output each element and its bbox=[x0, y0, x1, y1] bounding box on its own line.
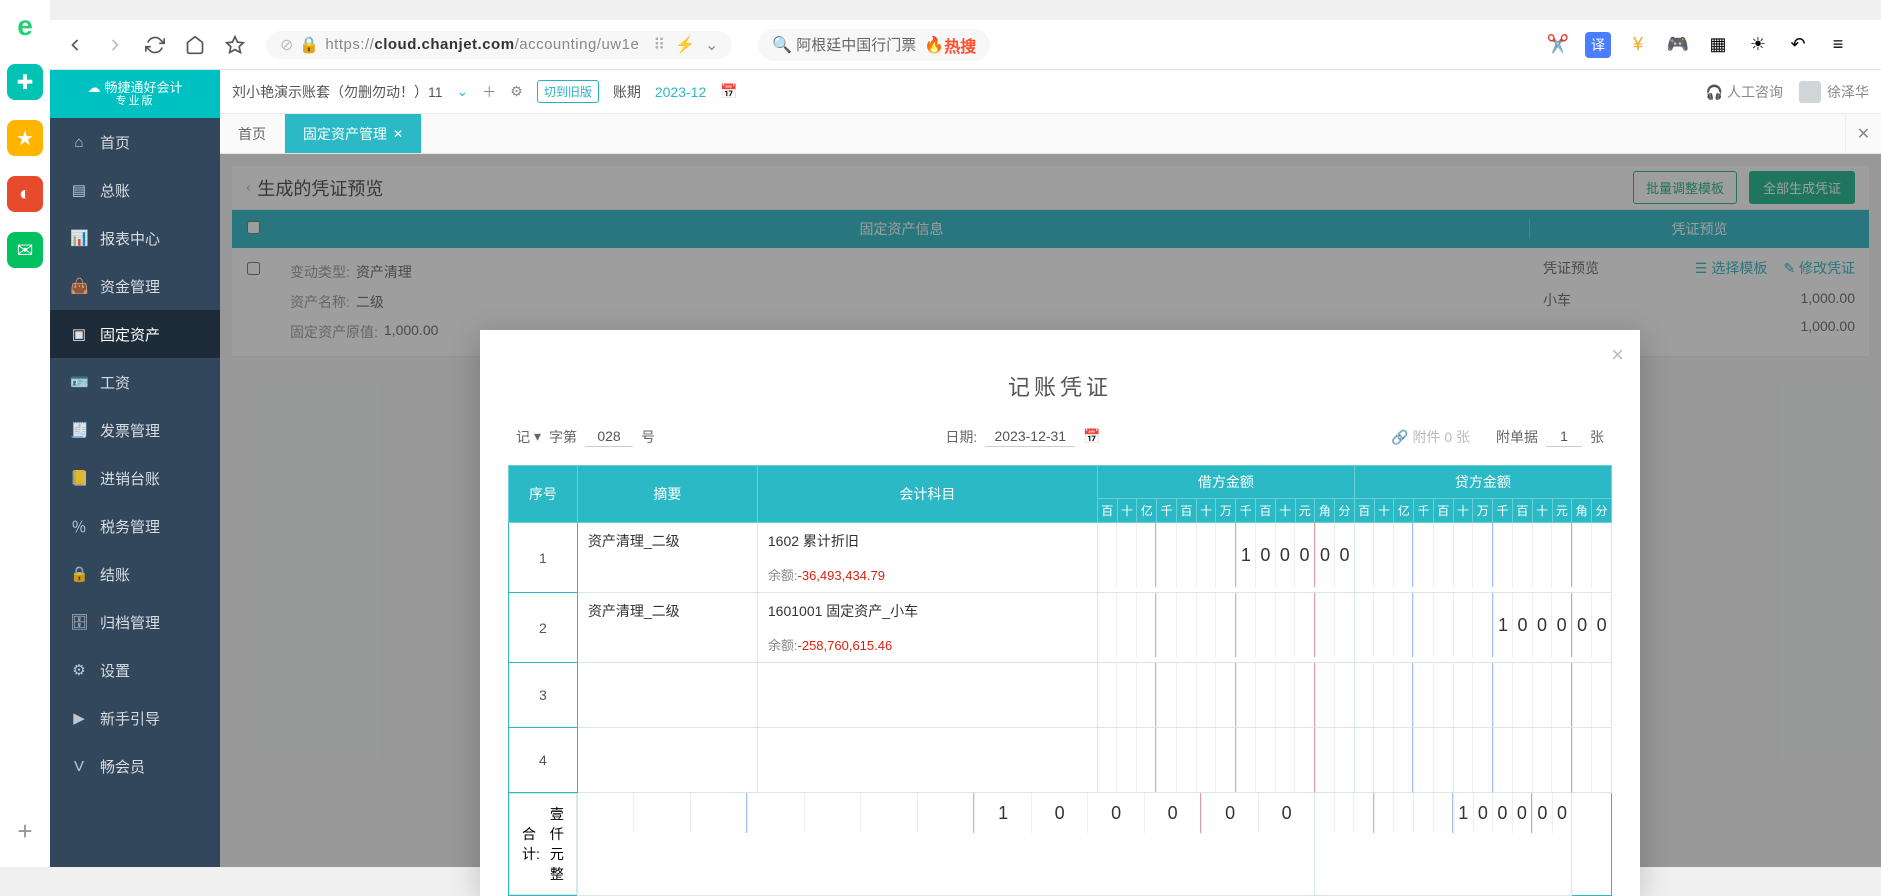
chevron-down-icon[interactable]: ⌄ bbox=[457, 83, 469, 100]
flash-icon[interactable]: ⚡ bbox=[675, 35, 695, 55]
chevron-down-icon[interactable]: ⌄ bbox=[705, 35, 718, 55]
th-index: 序号 bbox=[509, 466, 578, 523]
th-subject: 会计科目 bbox=[757, 466, 1097, 523]
voucher-meta: 记 ▾ 字第 号 日期: 📅 🔗 附件 0 张 附单据 张 bbox=[480, 426, 1640, 465]
forward-button[interactable] bbox=[100, 30, 130, 60]
lock-icon: 🔒 bbox=[299, 35, 319, 55]
search-icon: 🔍 bbox=[772, 35, 792, 55]
ledger-icon: ▤ bbox=[70, 181, 88, 199]
topline: 刘小艳演示账套（勿删勿动！）11 ⌄ ＋ ⚙ 切到旧版 账期 2023-12 📅… bbox=[220, 70, 1881, 114]
attach-link[interactable]: 🔗 附件 0 张 bbox=[1391, 427, 1470, 447]
book-icon: 📒 bbox=[70, 469, 88, 487]
salary-icon: 🪪 bbox=[70, 373, 88, 391]
chart-icon: 📊 bbox=[70, 229, 88, 247]
add-icon[interactable]: ＋ bbox=[482, 82, 496, 102]
dock-app-icon[interactable]: ✚ bbox=[7, 64, 43, 100]
calendar-icon[interactable]: 📅 bbox=[1083, 428, 1100, 445]
gear-icon[interactable]: ⚙ bbox=[510, 83, 523, 100]
tab-home[interactable]: 首页 bbox=[220, 114, 285, 153]
close-icon[interactable]: ✕ bbox=[393, 127, 403, 141]
period-value[interactable]: 2023-12 bbox=[655, 84, 706, 100]
brightness-icon[interactable]: ☀ bbox=[1745, 32, 1771, 58]
tab-fixed-assets[interactable]: 固定资产管理✕ bbox=[285, 114, 422, 153]
sidebar-item-fixed-assets[interactable]: ▣固定资产 bbox=[50, 310, 220, 358]
th-credit: 贷方金额 bbox=[1354, 466, 1611, 499]
dock-weibo-icon[interactable]: ◐ bbox=[7, 176, 43, 212]
sidebar-item-reports[interactable]: 📊报表中心 bbox=[50, 214, 220, 262]
sidebar-item-archive[interactable]: 🗄归档管理 bbox=[50, 598, 220, 646]
close-icon[interactable]: × bbox=[1611, 342, 1624, 368]
dock-add-icon[interactable]: + bbox=[17, 816, 32, 847]
voucher-type-select[interactable]: 记 ▾ bbox=[516, 427, 541, 447]
guide-icon: ▶ bbox=[70, 709, 88, 727]
sidebar-item-guide[interactable]: ▶新手引导 bbox=[50, 694, 220, 742]
apps-icon[interactable]: ▦ bbox=[1705, 32, 1731, 58]
sidebar: ☁畅捷通好会计 专业版 ⌂首页 ▤总账 📊报表中心 👜资金管理 ▣固定资产 🪪工… bbox=[50, 70, 220, 867]
close-all-tabs[interactable]: ✕ bbox=[1845, 114, 1881, 153]
docs-count-input[interactable] bbox=[1546, 426, 1582, 447]
headset-icon[interactable]: 🎧 人工咨询 bbox=[1706, 82, 1783, 102]
lock-icon: 🔒 bbox=[70, 565, 88, 583]
shield-icon: ⊘ bbox=[280, 35, 293, 55]
sidebar-item-ledger[interactable]: ▤总账 bbox=[50, 166, 220, 214]
user-menu[interactable]: 徐泽华 bbox=[1799, 81, 1869, 103]
game-icon[interactable]: 🎮 bbox=[1665, 32, 1691, 58]
wallet-icon[interactable]: ¥ bbox=[1625, 32, 1651, 58]
search-box[interactable]: 🔍 阿根廷中国行门票 🔥热搜 bbox=[758, 29, 990, 61]
th-summary: 摘要 bbox=[577, 466, 757, 523]
avatar bbox=[1799, 81, 1821, 103]
tabs: 首页 固定资产管理✕ ✕ bbox=[220, 114, 1881, 154]
dock-mail-icon[interactable]: ✉ bbox=[7, 232, 43, 268]
brand: ☁畅捷通好会计 专业版 bbox=[50, 70, 220, 118]
sidebar-item-salary[interactable]: 🪪工资 bbox=[50, 358, 220, 406]
sidebar-item-settings[interactable]: ⚙设置 bbox=[50, 646, 220, 694]
address-bar[interactable]: ⊘ 🔒 https://cloud.chanjet.com/accounting… bbox=[266, 31, 732, 59]
extension-tray: ✂️ 译 ¥ 🎮 ▦ ☀ ↶ ≡ bbox=[1545, 32, 1871, 58]
archive-icon: 🗄 bbox=[70, 613, 88, 631]
hot-badge: 🔥热搜 bbox=[924, 33, 976, 57]
period-label: 账期 bbox=[613, 82, 641, 102]
modal-title: 记账凭证 bbox=[480, 330, 1640, 426]
os-dock: e ✚ ★ ◐ ✉ + bbox=[0, 0, 50, 867]
caret-down-icon: ▾ bbox=[534, 428, 541, 445]
undo-icon[interactable]: ↶ bbox=[1785, 32, 1811, 58]
sidebar-item-invoice[interactable]: 🧾发票管理 bbox=[50, 406, 220, 454]
bag-icon: 👜 bbox=[70, 277, 88, 295]
qr-icon[interactable]: ⠿ bbox=[653, 35, 665, 55]
dock-star-icon[interactable]: ★ bbox=[7, 120, 43, 156]
search-query: 阿根廷中国行门票 bbox=[796, 34, 916, 55]
home-button[interactable] bbox=[180, 30, 210, 60]
sidebar-item-home[interactable]: ⌂首页 bbox=[50, 118, 220, 166]
browser-toolbar: ⊘ 🔒 https://cloud.chanjet.com/accounting… bbox=[50, 20, 1881, 70]
invoice-icon: 🧾 bbox=[70, 421, 88, 439]
sidebar-item-vip[interactable]: V畅会员 bbox=[50, 742, 220, 790]
translate-icon[interactable]: 译 bbox=[1585, 32, 1611, 58]
voucher-table: 序号 摘要 会计科目 借方金额 贷方金额 百十亿千百十万千百十元角分百十亿千百十… bbox=[508, 465, 1612, 896]
url-text: https://cloud.chanjet.com/accounting/uw1… bbox=[325, 36, 639, 53]
sidebar-item-tax[interactable]: ％税务管理 bbox=[50, 502, 220, 550]
browser-logo-icon: e bbox=[7, 8, 43, 44]
reload-button[interactable] bbox=[140, 30, 170, 60]
voucher-date-input[interactable] bbox=[985, 426, 1075, 447]
sidebar-item-close[interactable]: 🔒结账 bbox=[50, 550, 220, 598]
asset-icon: ▣ bbox=[70, 325, 88, 343]
switch-old-button[interactable]: 切到旧版 bbox=[537, 80, 599, 103]
gear-icon: ⚙ bbox=[70, 661, 88, 679]
sidebar-item-jinxiao[interactable]: 📒进销台账 bbox=[50, 454, 220, 502]
voucher-modal: × 记账凭证 记 ▾ 字第 号 日期: 📅 🔗 附件 0 张 附单据 张 序号 … bbox=[480, 330, 1640, 896]
menu-icon[interactable]: ≡ bbox=[1825, 32, 1851, 58]
home-icon: ⌂ bbox=[70, 134, 88, 151]
th-debit: 借方金额 bbox=[1097, 466, 1354, 499]
calendar-icon[interactable]: 📅 bbox=[720, 83, 737, 100]
tax-icon: ％ bbox=[70, 516, 88, 537]
cloud-icon: ☁ bbox=[87, 81, 100, 95]
sidebar-item-funds[interactable]: 👜资金管理 bbox=[50, 262, 220, 310]
vip-icon: V bbox=[70, 758, 88, 775]
account-name[interactable]: 刘小艳演示账套（勿删勿动！）11 bbox=[232, 82, 443, 102]
favorite-button[interactable] bbox=[220, 30, 250, 60]
scissors-icon[interactable]: ✂️ bbox=[1545, 32, 1571, 58]
voucher-number-input[interactable] bbox=[585, 426, 633, 447]
back-button[interactable] bbox=[60, 30, 90, 60]
